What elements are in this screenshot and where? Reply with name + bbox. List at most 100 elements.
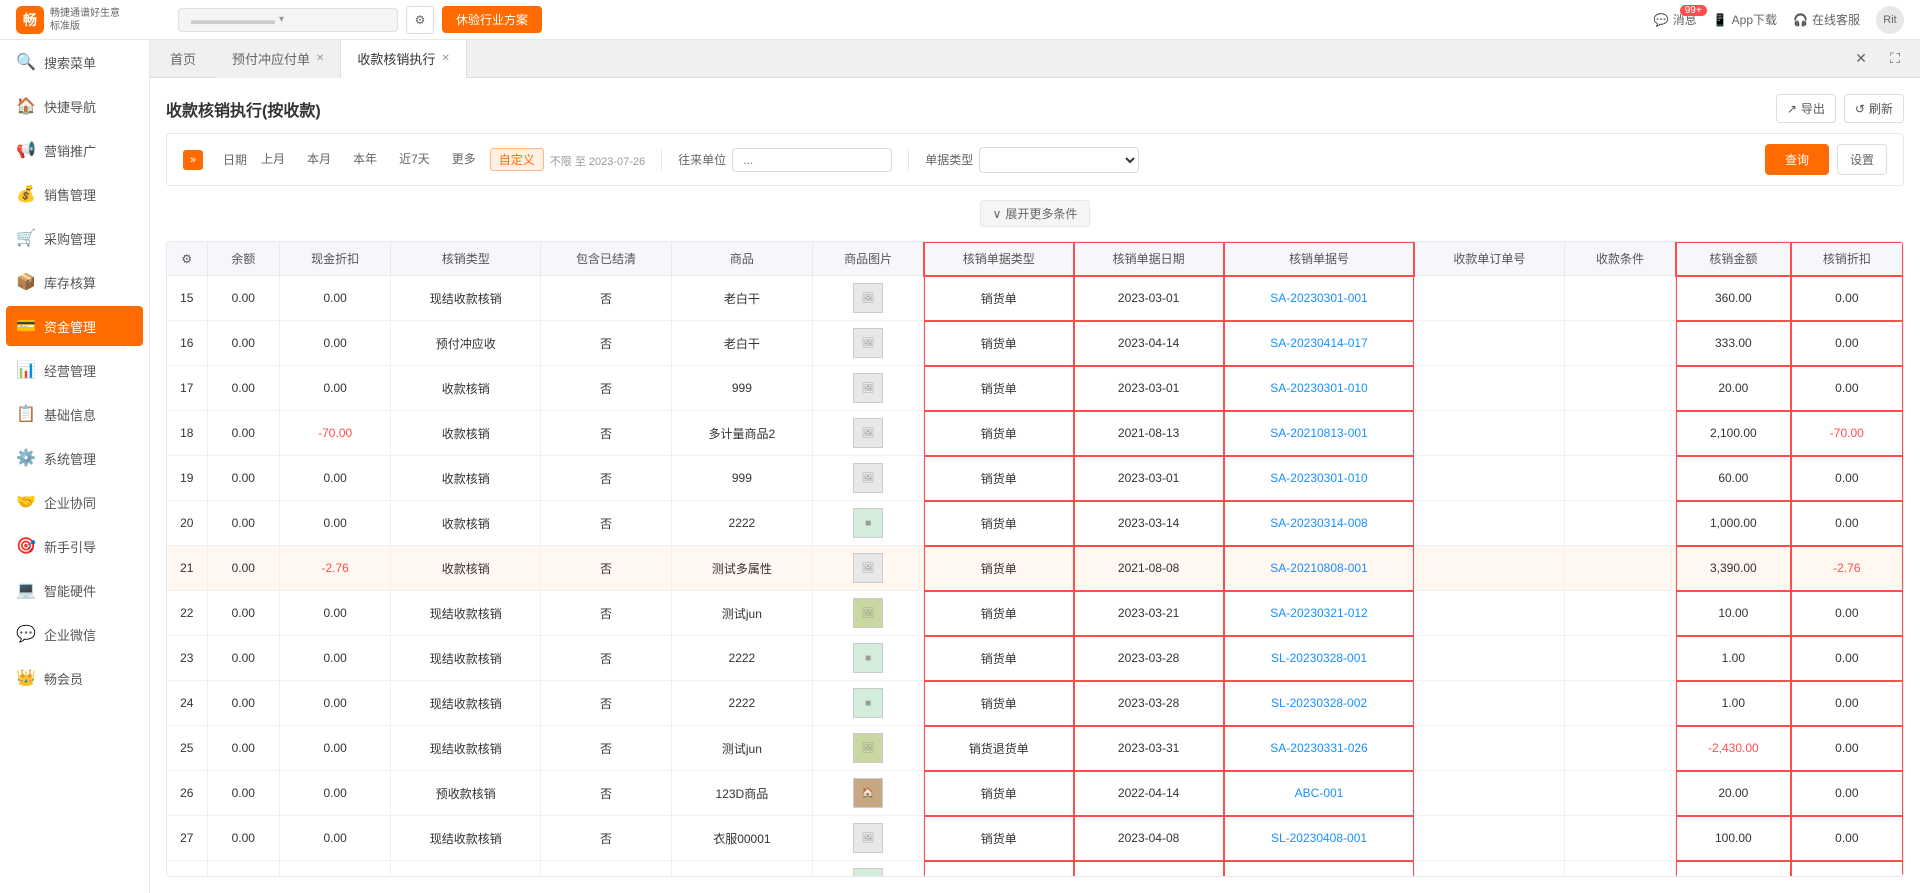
tab-maximize-button[interactable]: ⛶ — [1882, 46, 1908, 72]
message-icon: 💬 — [1654, 13, 1669, 27]
tab-prepayment[interactable]: 预付冲应付单 ✕ — [216, 40, 341, 78]
query-button[interactable]: 查询 — [1765, 144, 1829, 175]
cell-balance: 0.00 — [207, 276, 280, 321]
sidebar-item-nav[interactable]: 🏠 快捷导航 — [0, 84, 149, 128]
notification-button[interactable]: 💬 消息 99+ — [1654, 11, 1697, 28]
tab-home[interactable]: 首页 — [150, 40, 216, 78]
user-avatar[interactable]: Rit — [1876, 6, 1904, 34]
sidebar-item-operations[interactable]: 📊 经营管理 — [0, 348, 149, 392]
cell-bill-no: SA-20210813-001 — [1224, 411, 1415, 456]
bill-no-link[interactable]: SL-20230408-001 — [1271, 831, 1367, 845]
cell-condition — [1564, 276, 1675, 321]
cell-id: 18 — [167, 411, 207, 456]
bill-no-link[interactable]: ABC-001 — [1295, 786, 1344, 800]
gear-button[interactable]: ⚙ — [406, 6, 434, 34]
cell-bill-no: SA-20230321-012 — [1224, 591, 1415, 636]
cell-id: 25 — [167, 726, 207, 771]
export-button[interactable]: ↗ 导出 — [1776, 94, 1836, 123]
cell-discount: 0.00 — [1791, 456, 1902, 501]
cell-balance: 0.00 — [207, 591, 280, 636]
cell-condition — [1564, 366, 1675, 411]
app-download-button[interactable]: 📱 App下载 — [1713, 11, 1777, 28]
industry-button[interactable]: 休验行业方案 — [442, 6, 542, 33]
cell-order-no — [1414, 771, 1564, 816]
refresh-button[interactable]: ↺ 刷新 — [1844, 94, 1904, 123]
partner-filter-group: 往来单位 — [678, 148, 892, 172]
cell-order-no — [1414, 546, 1564, 591]
cell-discount: 0.00 — [1791, 276, 1902, 321]
cell-condition — [1564, 726, 1675, 771]
expand-more-btn[interactable]: ∨ 展开更多条件 — [980, 200, 1091, 227]
cell-order-no — [1414, 411, 1564, 456]
bill-no-link[interactable]: SA-20230301-010 — [1270, 471, 1367, 485]
online-service-button[interactable]: 🎧 在线客服 — [1793, 11, 1860, 28]
tab-verify[interactable]: 收款核销执行 ✕ — [341, 40, 466, 78]
bill-no-link[interactable]: SA-20230301-010 — [1270, 381, 1367, 395]
partner-filter-input[interactable] — [732, 148, 892, 172]
date-opt-7days[interactable]: 近7天 — [391, 148, 438, 171]
bill-no-link[interactable]: SA-20230314-008 — [1270, 516, 1367, 530]
bill-no-link[interactable]: SA-20230331-026 — [1270, 741, 1367, 755]
cell-discount: 0.00 — [1791, 861, 1902, 878]
sidebar-item-marketing[interactable]: 📢 营销推广 — [0, 128, 149, 172]
cell-included: 否 — [541, 411, 672, 456]
logo-text: 畅捷通谱好生意 标准版 — [50, 7, 120, 33]
sidebar-item-search[interactable]: 🔍 搜索菜单 — [0, 40, 149, 84]
sidebar-item-hardware[interactable]: 💻 智能硬件 — [0, 568, 149, 612]
bill-no-link[interactable]: SL-20230328-002 — [1271, 696, 1367, 710]
search-chevron-icon: ▾ — [279, 14, 284, 25]
filter-bar: » 日期 上月 本月 本年 近7天 更多 自定义 不限 至 2023-07-26 — [166, 133, 1904, 186]
bill-no-link[interactable]: SA-20210808-001 — [1270, 561, 1367, 575]
cell-verify-type: 预收款核销 — [391, 771, 541, 816]
sidebar-item-sales[interactable]: 💰 销售管理 — [0, 172, 149, 216]
bill-no-link[interactable]: SA-20230301-001 — [1270, 291, 1367, 305]
tab-verify-close-icon[interactable]: ✕ — [441, 53, 449, 64]
sidebar-item-wechat[interactable]: 💬 企业微信 — [0, 612, 149, 656]
cell-bill-type: 销货单 — [924, 591, 1074, 636]
search-bar[interactable]: ▬▬▬▬▬▬▬ ▾ — [178, 8, 398, 32]
bill-no-link[interactable]: SA-20230321-012 — [1270, 606, 1367, 620]
date-opt-cur-year[interactable]: 本年 — [345, 148, 385, 171]
sidebar-item-system[interactable]: ⚙️ 系统管理 — [0, 436, 149, 480]
sidebar-item-finance[interactable]: 💳 资金管理 — [6, 306, 143, 346]
sidebar-item-basic-info[interactable]: 📋 基础信息 — [0, 392, 149, 436]
table-row: 19 0.00 0.00 收款核销 否 999 🖼 销货单 2023-03-01… — [167, 456, 1903, 501]
settings-button[interactable]: 设置 — [1837, 144, 1887, 175]
bill-type-filter-select[interactable] — [979, 147, 1139, 173]
headset-icon: 🎧 — [1793, 13, 1808, 27]
sidebar-item-collab[interactable]: 🤝 企业协同 — [0, 480, 149, 524]
tab-prepayment-close-icon[interactable]: ✕ — [316, 53, 324, 64]
date-opt-prev-month[interactable]: 上月 — [253, 148, 293, 171]
cell-bill-date: 2023-03-01 — [1074, 366, 1224, 411]
date-opt-custom[interactable]: 自定义 — [490, 148, 544, 171]
col-settings[interactable]: ⚙ — [167, 242, 207, 276]
bill-no-link[interactable]: SL-20230418-001 — [1271, 876, 1367, 877]
bill-no-link[interactable]: SA-20230414-017 — [1270, 336, 1367, 350]
product-thumbnail: ■ — [853, 868, 883, 877]
cell-cash-discount: -70.00 — [280, 411, 391, 456]
sidebar-item-purchase[interactable]: 🛒 采购管理 — [0, 216, 149, 260]
cell-included: 否 — [541, 726, 672, 771]
table-row: 24 0.00 0.00 现结收款核销 否 2222 ■ 销货单 2023-03… — [167, 681, 1903, 726]
date-opt-more[interactable]: 更多 — [444, 148, 484, 171]
cell-order-no — [1414, 501, 1564, 546]
sidebar-item-guide[interactable]: 🎯 新手引导 — [0, 524, 149, 568]
cell-bill-date: 2021-08-08 — [1074, 546, 1224, 591]
bill-no-link[interactable]: SL-20230328-001 — [1271, 651, 1367, 665]
cell-balance: 0.00 — [207, 771, 280, 816]
sidebar-item-inventory[interactable]: 📦 库存核算 — [0, 260, 149, 304]
bill-no-link[interactable]: SA-20210813-001 — [1270, 426, 1367, 440]
cell-id: 26 — [167, 771, 207, 816]
date-opt-cur-month[interactable]: 本月 — [299, 148, 339, 171]
cell-condition — [1564, 411, 1675, 456]
tab-close-button[interactable]: ✕ — [1848, 46, 1874, 72]
sidebar-item-member[interactable]: 👑 畅会员 — [0, 656, 149, 700]
cell-bill-date: 2021-08-13 — [1074, 411, 1224, 456]
table-row: 16 0.00 0.00 预付冲应收 否 老白干 🖼 销货单 2023-04-1… — [167, 321, 1903, 366]
bill-type-filter-group: 单据类型 — [925, 147, 1139, 173]
cell-condition — [1564, 456, 1675, 501]
cell-included: 否 — [541, 681, 672, 726]
cell-bill-date: 2023-04-08 — [1074, 816, 1224, 861]
expand-toggle[interactable]: » — [183, 150, 203, 170]
cell-product-img: ■ — [813, 501, 924, 546]
